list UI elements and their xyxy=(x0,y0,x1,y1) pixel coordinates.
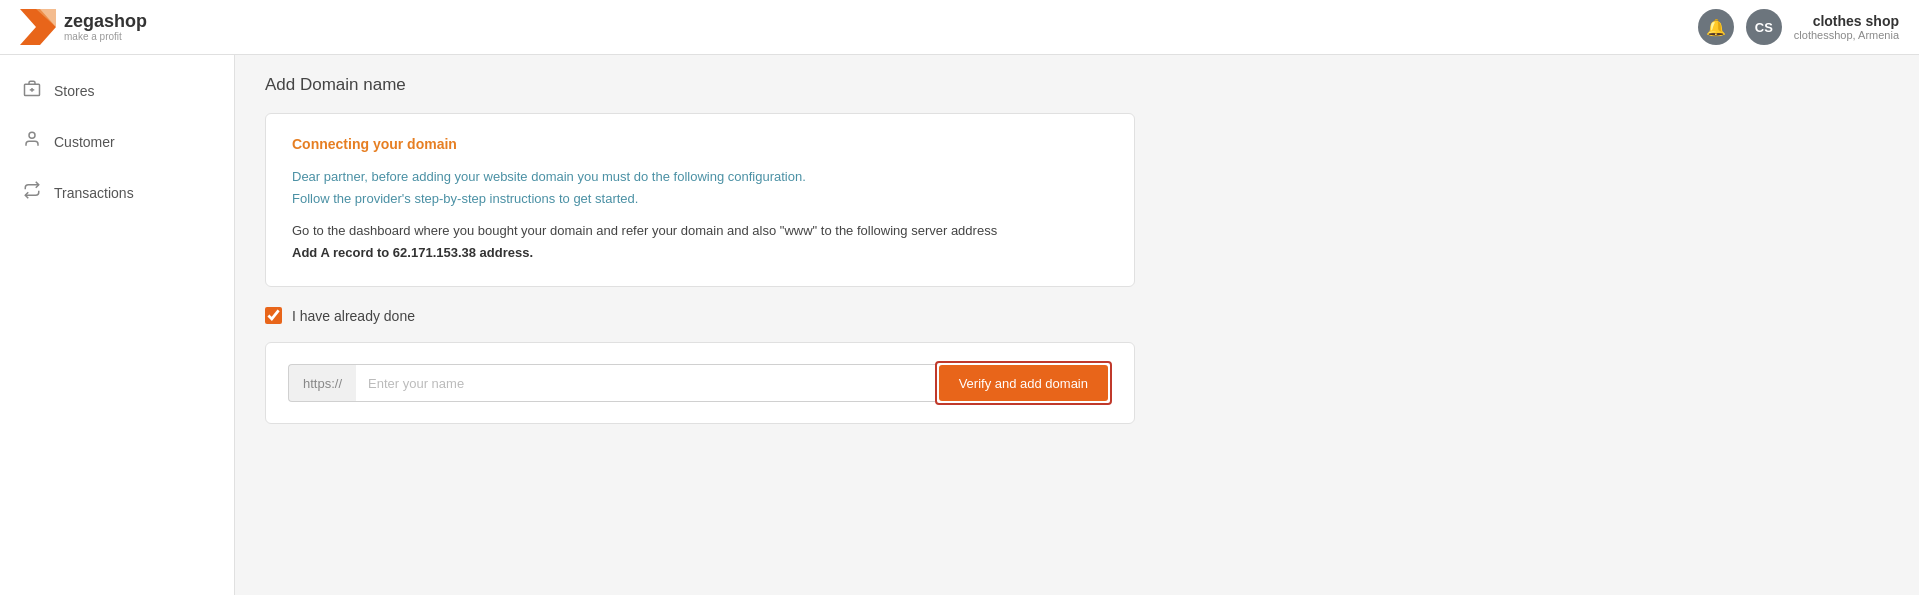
header: zegashop make a profit 🔔 CS clothes shop… xyxy=(0,0,1919,55)
card-text-1: Dear partner, before adding your website… xyxy=(292,166,1108,210)
logo-icon xyxy=(20,9,56,45)
card-text-2: Go to the dashboard where you bought you… xyxy=(292,220,1108,264)
sidebar-stores-label: Stores xyxy=(54,83,94,99)
verify-btn-wrapper: Verify and add domain xyxy=(935,361,1112,405)
logo-text: zegashop make a profit xyxy=(64,12,147,43)
domain-input[interactable] xyxy=(356,364,935,402)
https-prefix: https:// xyxy=(288,364,356,402)
sidebar-item-stores[interactable]: Stores xyxy=(0,65,234,116)
logo: zegashop make a profit xyxy=(20,9,147,45)
page-title: Add Domain name xyxy=(265,75,1889,95)
logo-tagline: make a profit xyxy=(64,31,147,42)
checkbox-label[interactable]: I have already done xyxy=(292,308,415,324)
customer-icon xyxy=(22,130,42,153)
domain-row: https:// Verify and add domain xyxy=(265,342,1135,424)
avatar[interactable]: CS xyxy=(1746,9,1782,45)
info-card: Connecting your domain Dear partner, bef… xyxy=(265,113,1135,287)
user-info: clothes shop clothesshop, Armenia xyxy=(1794,13,1899,41)
logo-name: zegashop xyxy=(64,12,147,32)
header-right: 🔔 CS clothes shop clothesshop, Armenia xyxy=(1698,9,1899,45)
svg-point-5 xyxy=(29,132,35,138)
already-done-checkbox[interactable] xyxy=(265,307,282,324)
notification-button[interactable]: 🔔 xyxy=(1698,9,1734,45)
sidebar-transactions-label: Transactions xyxy=(54,185,134,201)
checkbox-row: I have already done xyxy=(265,307,1889,324)
stores-icon xyxy=(22,79,42,102)
main-content: Add Domain name Connecting your domain D… xyxy=(235,55,1919,595)
transactions-icon xyxy=(22,181,42,204)
user-name: clothes shop xyxy=(1794,13,1899,29)
bell-icon: 🔔 xyxy=(1706,18,1726,37)
verify-add-domain-button[interactable]: Verify and add domain xyxy=(939,365,1108,401)
sidebar: Stores Customer Transactions xyxy=(0,55,235,595)
sidebar-item-transactions[interactable]: Transactions xyxy=(0,167,234,218)
sidebar-customer-label: Customer xyxy=(54,134,115,150)
layout: Stores Customer Transactions xyxy=(0,55,1919,595)
card-title: Connecting your domain xyxy=(292,136,1108,152)
card-text-bold: Add A record to 62.171.153.38 address. xyxy=(292,245,533,260)
user-sub: clothesshop, Armenia xyxy=(1794,29,1899,41)
sidebar-item-customer[interactable]: Customer xyxy=(0,116,234,167)
